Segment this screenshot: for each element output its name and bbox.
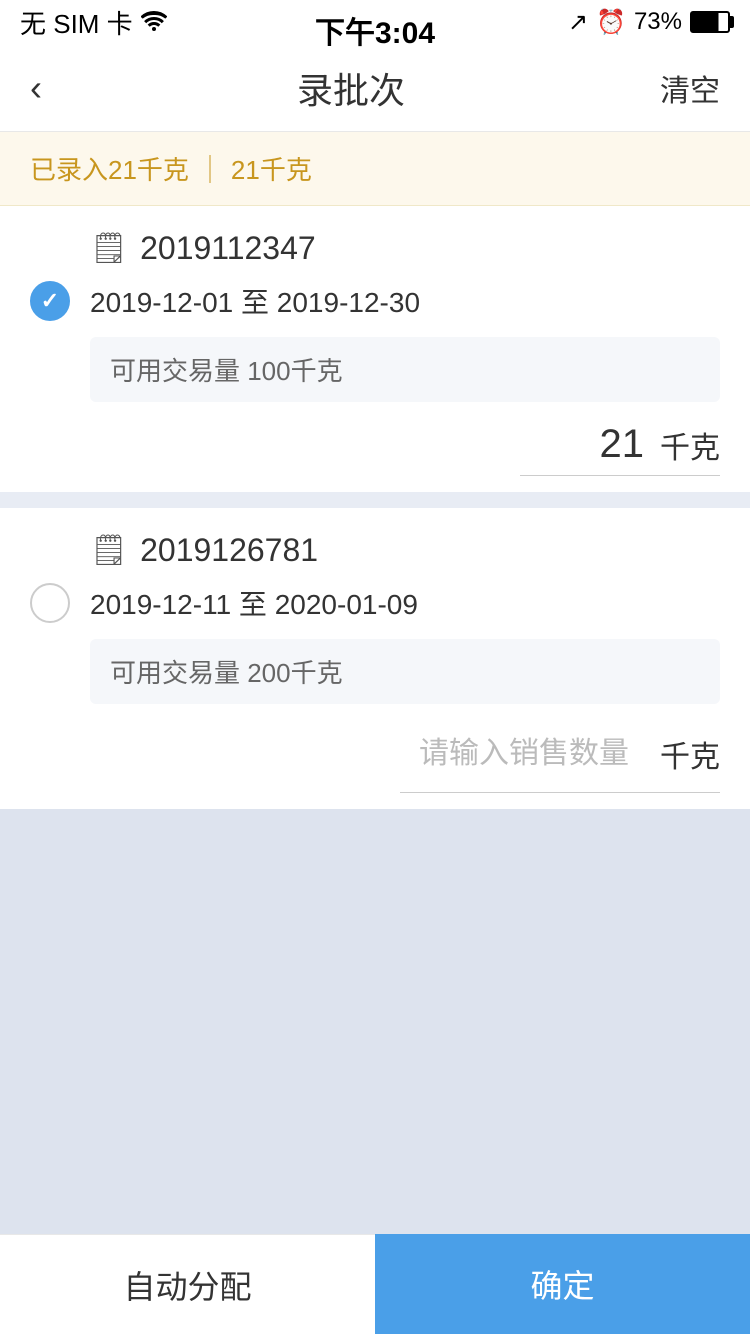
status-bar: 无 SIM 卡 下午3:04 ↗ ⏰ 73% xyxy=(0,0,750,44)
batch2-id: 2019126781 xyxy=(140,532,318,569)
batch1-id: 2019112347 xyxy=(140,230,316,267)
batch1-amount-value: 21 xyxy=(600,422,645,467)
batch1-amount-container: 21 千克 xyxy=(0,422,750,492)
batch2-header: 🗒 2019126781 xyxy=(90,532,720,569)
recorded-value: 21千克 xyxy=(231,150,312,187)
wifi-icon xyxy=(141,7,167,38)
batch1-date: 2019-12-01 至 2019-12-30 xyxy=(90,281,420,321)
status-time: 下午3:04 xyxy=(315,8,435,52)
battery-percent: 73% xyxy=(634,8,682,36)
batch2-icon: 🗒 xyxy=(90,533,128,568)
batch2-row[interactable]: 2019-12-11 至 2020-01-09 xyxy=(30,583,720,623)
batch1-amount-line: 21 千克 xyxy=(600,422,721,467)
batch1-row[interactable]: 2019-12-01 至 2019-12-30 xyxy=(30,281,720,321)
clear-button[interactable]: 清空 xyxy=(660,66,720,110)
alarm-icon: ⏰ xyxy=(596,8,626,37)
batch2-unit: 千克 xyxy=(660,732,720,776)
nav-bar: ‹ 录批次 清空 xyxy=(0,44,750,132)
bottom-bar: 自动分配 确定 xyxy=(0,1234,750,1334)
batch2-input-row[interactable]: 千克 xyxy=(0,732,750,792)
card-separator xyxy=(0,492,750,508)
batch2-available: 可用交易量 200千克 xyxy=(90,639,720,704)
battery-icon xyxy=(690,11,730,33)
status-right: ↗ ⏰ 73% xyxy=(568,8,730,37)
batch1-icon: 🗒 xyxy=(90,231,128,266)
info-banner: 已录入21千克 21千克 xyxy=(0,132,750,206)
recorded-label: 已录入21千克 xyxy=(30,150,189,187)
banner-divider xyxy=(209,155,211,183)
batch1-header: 🗒 2019112347 xyxy=(90,230,720,267)
quantity-input[interactable] xyxy=(344,737,644,771)
location-icon: ↗ xyxy=(568,8,588,37)
auto-distribute-button[interactable]: 自动分配 xyxy=(0,1234,375,1334)
confirm-button[interactable]: 确定 xyxy=(375,1234,750,1334)
batch1-amount-unit: 千克 xyxy=(660,423,720,467)
batch2-radio[interactable] xyxy=(30,583,70,623)
batch-card-1: 🗒 2019112347 2019-12-01 至 2019-12-30 可用交… xyxy=(0,206,750,422)
batch-card-2: 🗒 2019126781 2019-12-11 至 2020-01-09 可用交… xyxy=(0,508,750,724)
batch1-radio[interactable] xyxy=(30,281,70,321)
batch1-available: 可用交易量 100千克 xyxy=(90,337,720,402)
status-left: 无 SIM 卡 xyxy=(20,4,167,41)
carrier-text: 无 SIM 卡 xyxy=(20,4,133,41)
back-button[interactable]: ‹ xyxy=(30,67,42,109)
page-title: 录批次 xyxy=(297,62,405,114)
batch2-date: 2019-12-11 至 2020-01-09 xyxy=(90,583,418,623)
batch1-amount-separator xyxy=(520,475,720,476)
